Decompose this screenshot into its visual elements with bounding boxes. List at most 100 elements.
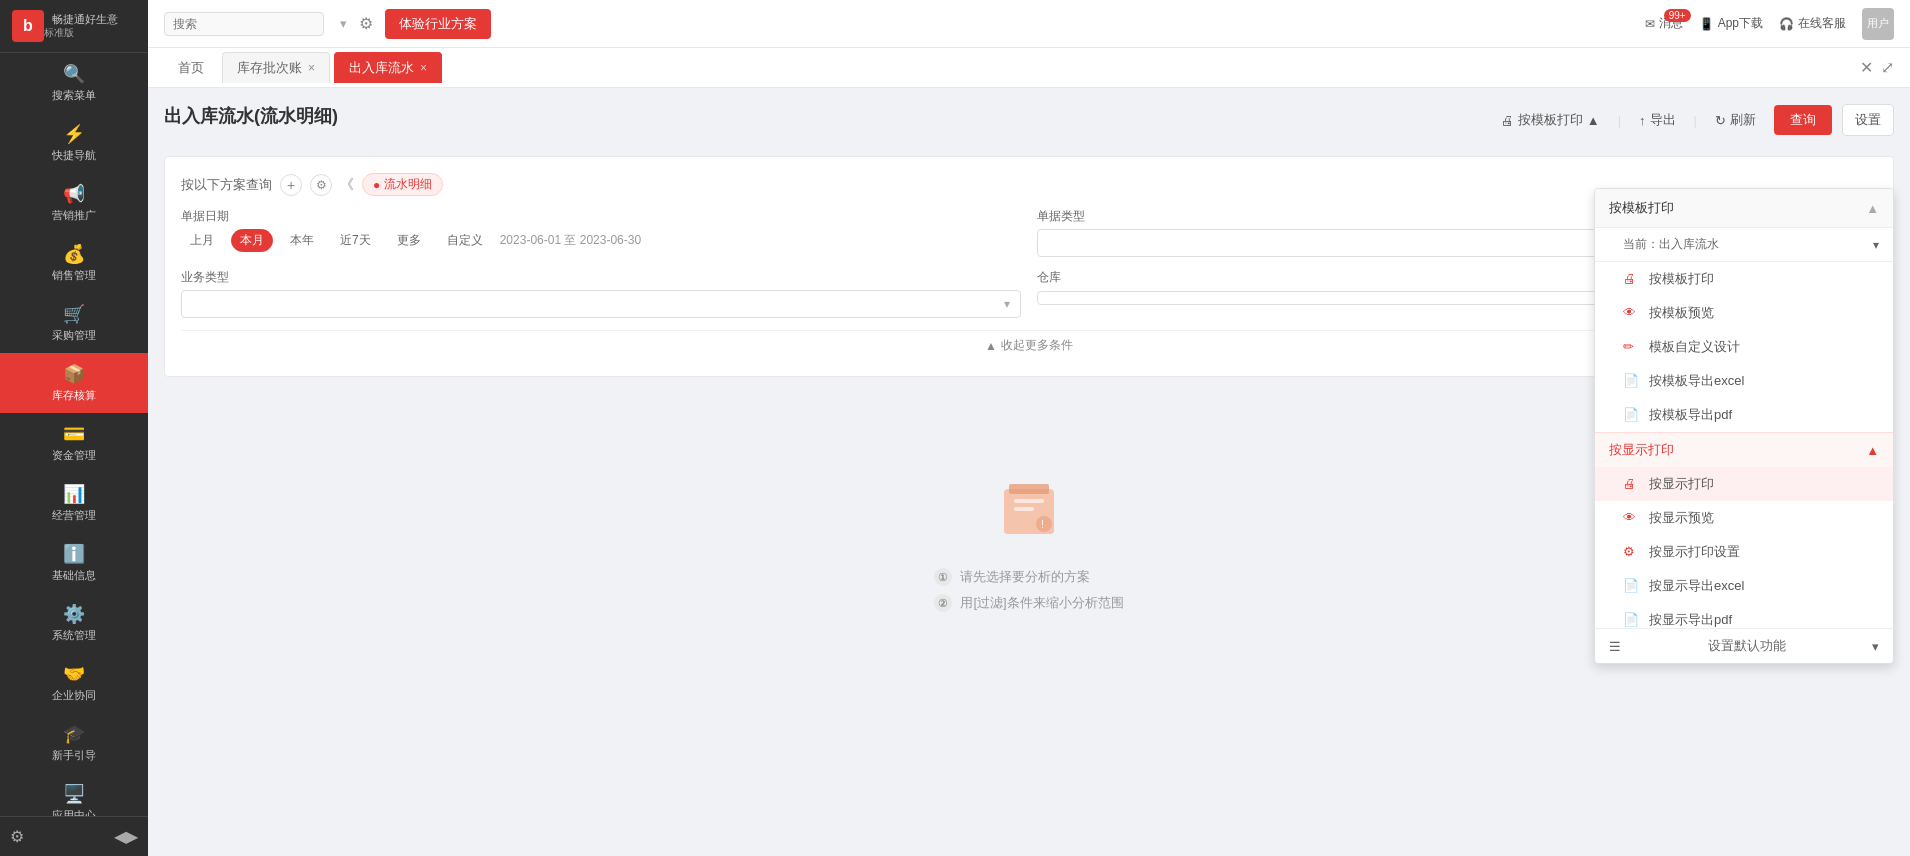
dropdown-scrollable: 当前：出入库流水 ▾ 🖨 按模板打印 👁 按模板预览 ✏ 模板自定义设计 (1595, 228, 1893, 628)
dropdown-item-display-pdf[interactable]: 📄 按显示导出pdf (1595, 603, 1893, 628)
page-content: 出入库流水(流水明细) 🖨 按模板打印 ▲ | ↑ 导出 | ↻ (148, 88, 1910, 856)
tab-batch-close-icon[interactable]: × (308, 61, 315, 75)
dropdown-item-template-print[interactable]: 🖨 按模板打印 (1595, 262, 1893, 296)
settings-button[interactable]: 设置 (1842, 104, 1894, 136)
dropdown-current-item[interactable]: 当前：出入库流水 ▾ (1595, 228, 1893, 262)
refresh-icon: ↻ (1715, 113, 1726, 128)
sidebar-item-inventory[interactable]: 📦 库存核算 (0, 353, 148, 413)
collapse-label: 收起更多条件 (1001, 337, 1073, 354)
download-icon: 📱 (1699, 17, 1714, 31)
tab-flow-close-icon[interactable]: × (420, 61, 427, 75)
dropdown-item-template-pdf[interactable]: 📄 按模板导出pdf (1595, 398, 1893, 432)
sidebar-label-purchase: 采购管理 (52, 328, 96, 343)
eye-icon-1: 👁 (1623, 305, 1639, 321)
filter-add-button[interactable]: + (280, 174, 302, 196)
dropdown-footer[interactable]: ☰ 设置默认功能 ▾ (1595, 628, 1893, 663)
refresh-btn[interactable]: ↻ 刷新 (1707, 107, 1764, 133)
sidebar-item-sales[interactable]: 💰 销售管理 (0, 233, 148, 293)
dropdown-item-template-custom[interactable]: ✏ 模板自定义设计 (1595, 330, 1893, 364)
printer-icon-2: 🖨 (1623, 476, 1639, 492)
search-input[interactable] (173, 17, 315, 31)
sidebar-label-base: 基础信息 (52, 568, 96, 583)
date-btn-7days[interactable]: 近7天 (331, 229, 380, 252)
date-btn-last-month[interactable]: 上月 (181, 229, 223, 252)
sidebar-item-search[interactable]: 🔍 搜索菜单 (0, 53, 148, 113)
dropdown-item-display-settings[interactable]: ⚙ 按显示打印设置 (1595, 535, 1893, 569)
sidebar-item-quick-nav[interactable]: ⚡ 快捷导航 (0, 113, 148, 173)
sidebar-item-purchase[interactable]: 🛒 采购管理 (0, 293, 148, 353)
dropdown-display-label-1: 按显示预览 (1649, 509, 1879, 527)
logo-title: 畅捷通好生意 (52, 12, 118, 26)
sidebar-item-base[interactable]: ℹ️ 基础信息 (0, 533, 148, 593)
sidebar-label-finance: 资金管理 (52, 448, 96, 463)
sidebar-item-corp[interactable]: 🤝 企业协同 (0, 653, 148, 713)
filter-tag[interactable]: ● 流水明细 (362, 173, 443, 196)
customer-service-btn[interactable]: 🎧 在线客服 (1779, 15, 1846, 32)
dropdown-item-display-excel[interactable]: 📄 按显示导出excel (1595, 569, 1893, 603)
filter-business-select[interactable]: ▾ (181, 290, 1021, 318)
dropdown-item-template-excel[interactable]: 📄 按模板导出excel (1595, 364, 1893, 398)
printer-icon: 🖨 (1501, 113, 1514, 128)
print-dropdown-btn[interactable]: 🖨 按模板打印 ▲ (1493, 107, 1608, 133)
sidebar-label-app-center: 应用中心 (52, 808, 96, 816)
sidebar-icon-operation: 📊 (63, 483, 85, 505)
sidebar-item-finance[interactable]: 💳 资金管理 (0, 413, 148, 473)
collapse-icon[interactable]: ◀▶ (114, 827, 138, 846)
dropdown-item-label-3: 按模板导出excel (1649, 372, 1879, 390)
export-label: 导出 (1650, 111, 1676, 129)
dropdown-current-label: 当前：出入库流水 (1623, 236, 1719, 253)
sidebar-item-guide[interactable]: 🎓 新手引导 (0, 713, 148, 773)
topbar-gear-icon[interactable]: ⚙ (359, 14, 373, 33)
excel-icon-2: 📄 (1623, 578, 1639, 594)
trial-button[interactable]: 体验行业方案 (385, 9, 491, 39)
filter-label: 按以下方案查询 (181, 176, 272, 194)
sidebar-icon-app-center: 🖥️ (63, 783, 85, 805)
dropdown-current-chevron-icon: ▾ (1873, 238, 1879, 252)
filter-date-group: 上月 本月 本年 近7天 更多 自定义 2023-06-01 至 2023-06… (181, 229, 1021, 252)
app-download-btn[interactable]: 📱 App下载 (1699, 15, 1763, 32)
sidebar-icon-search: 🔍 (63, 63, 85, 85)
tab-flow[interactable]: 出入库流水 × (334, 52, 442, 83)
tab-home[interactable]: 首页 (164, 53, 218, 83)
tip-text-1: 请先选择要分析的方案 (960, 568, 1090, 586)
date-range-text: 2023-06-01 至 2023-06-30 (500, 232, 641, 249)
date-btn-more[interactable]: 更多 (388, 229, 430, 252)
message-badge: 99+ (1664, 9, 1691, 22)
sidebar-item-marketing[interactable]: 📢 营销推广 (0, 173, 148, 233)
filter-tag-icon: ● (373, 178, 380, 192)
dropdown-title: 按模板打印 (1609, 199, 1674, 217)
sidebar-item-system[interactable]: ⚙️ 系统管理 (0, 593, 148, 653)
dropdown-item-template-preview[interactable]: 👁 按模板预览 (1595, 296, 1893, 330)
message-btn[interactable]: ✉ 消息 99+ (1645, 15, 1683, 32)
dropdown-collapse-icon[interactable]: ▲ (1866, 201, 1879, 216)
svg-rect-3 (1014, 507, 1034, 511)
tabbar-expand-icon[interactable]: ⤢ (1881, 58, 1894, 77)
sidebar-icon-marketing: 📢 (63, 183, 85, 205)
sidebar-item-operation[interactable]: 📊 经营管理 (0, 473, 148, 533)
filter-collapse-button[interactable]: 《 (340, 176, 354, 194)
date-btn-this-year[interactable]: 本年 (281, 229, 323, 252)
sidebar-label-operation: 经营管理 (52, 508, 96, 523)
date-btn-custom[interactable]: 自定义 (438, 229, 492, 252)
sidebar-item-app-center[interactable]: 🖥️ 应用中心 (0, 773, 148, 816)
export-btn[interactable]: ↑ 导出 (1631, 107, 1684, 133)
tab-batch[interactable]: 库存批次账 × (222, 52, 330, 83)
filter-setting-button[interactable]: ⚙ (310, 174, 332, 196)
sidebar-nav: 🔍 搜索菜单 ⚡ 快捷导航 📢 营销推广 💰 销售管理 🛒 采购管理 📦 库存核… (0, 53, 148, 816)
dropdown-item-display-print[interactable]: 🖨 按显示打印 (1595, 467, 1893, 501)
sidebar-label-quick-nav: 快捷导航 (52, 148, 96, 163)
settings-icon[interactable]: ⚙ (10, 827, 24, 846)
user-avatar[interactable]: 用户 (1862, 8, 1894, 40)
display-print-section-header[interactable]: 按显示打印 ▲ (1595, 432, 1893, 467)
svg-point-4 (1036, 516, 1052, 532)
printer-icon-1: 🖨 (1623, 271, 1639, 287)
dropdown-display-label-3: 按显示导出excel (1649, 577, 1879, 595)
empty-tip-1: ① 请先选择要分析的方案 (934, 568, 1123, 586)
dropdown-item-display-preview[interactable]: 👁 按显示预览 (1595, 501, 1893, 535)
search-caret-icon[interactable]: ▾ (340, 16, 347, 31)
search-box[interactable] (164, 12, 324, 36)
tabbar-close-icon[interactable]: ✕ (1860, 58, 1873, 77)
date-btn-this-month[interactable]: 本月 (231, 229, 273, 252)
search-button[interactable]: 查询 (1774, 105, 1832, 135)
sidebar-icon-guide: 🎓 (63, 723, 85, 745)
